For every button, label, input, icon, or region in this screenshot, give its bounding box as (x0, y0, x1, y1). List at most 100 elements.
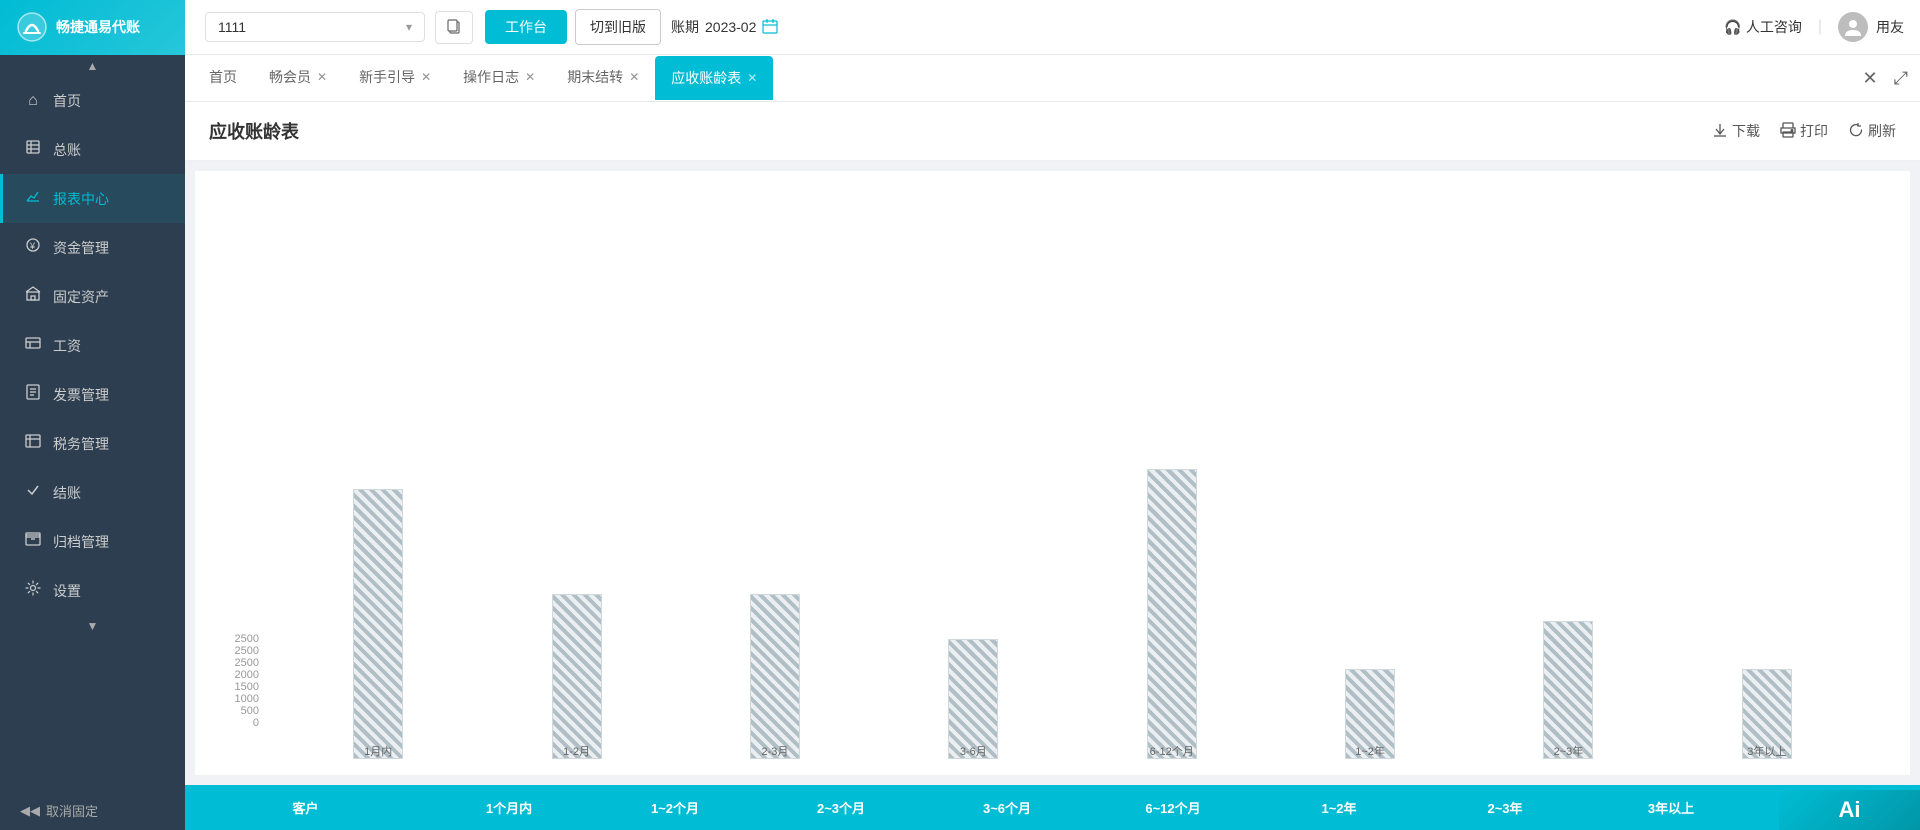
sidebar-item-tax[interactable]: 税务管理 (0, 419, 185, 468)
tab-aging[interactable]: 应收账龄表 ✕ (655, 56, 773, 100)
sidebar: ▲ ⌂ 首页 总账 报表中心 (0, 55, 185, 830)
tab-closing[interactable]: 期末结转 ✕ (551, 55, 655, 101)
bar-group-2-3y (1543, 621, 1593, 759)
x-label-2-3y: 2~3年 (1538, 743, 1598, 759)
tab-label: 操作日志 (463, 67, 519, 87)
table-header-bar: 客户 1个月内 1~2个月 2~3个月 3~6个月 6~12个月 1~2年 2~… (185, 785, 1920, 830)
consult-label: 人工咨询 (1746, 17, 1802, 37)
sidebar-item-salary[interactable]: 工资 (0, 321, 185, 370)
sidebar-item-reports[interactable]: 报表中心 (0, 174, 185, 223)
consult-button[interactable]: 🎧 人工咨询 (1724, 17, 1801, 37)
sidebar-item-label: 总账 (53, 140, 81, 160)
col-1m: 1个月内 (426, 798, 592, 817)
sidebar-item-archive[interactable]: 归档管理 (0, 517, 185, 566)
settings-icon (23, 580, 43, 601)
y-label-1000: 1000 (219, 693, 259, 705)
sidebar-item-label: 税务管理 (53, 434, 109, 454)
copy-button[interactable] (435, 11, 473, 44)
tabs-bar: 首页 畅会员 ✕ 新手引导 ✕ 操作日志 ✕ 期末结转 ✕ 应收账龄表 ✕ (185, 55, 1920, 102)
refresh-button[interactable]: 刷新 (1848, 121, 1896, 141)
checkout-icon (23, 482, 43, 503)
invoice-icon (23, 384, 43, 405)
bar-group-3-6m (948, 639, 998, 759)
print-button[interactable]: 打印 (1780, 121, 1828, 141)
salary-icon (23, 335, 43, 356)
x-label-3yplus: 3年以上 (1737, 743, 1797, 759)
scroll-up-arrow[interactable]: ▲ (87, 59, 99, 73)
ai-badge[interactable]: Ai (1779, 790, 1920, 830)
sidebar-item-checkout[interactable]: 结账 (0, 468, 185, 517)
company-selector[interactable]: 1111 ▾ (205, 12, 425, 42)
bar-1m (353, 489, 403, 759)
bar-6-12m (1147, 469, 1197, 759)
sidebar-item-assets[interactable]: 固定资产 (0, 272, 185, 321)
sidebar-item-home[interactable]: ⌂ 首页 (0, 77, 185, 125)
user-area[interactable]: 用友 (1838, 12, 1904, 42)
avatar (1838, 12, 1868, 42)
assets-icon (23, 286, 43, 307)
sidebar-item-label: 工资 (53, 336, 81, 356)
cancel-pin-button[interactable]: ◀◀ 取消固定 (0, 791, 185, 830)
tab-member[interactable]: 畅会员 ✕ (253, 55, 343, 101)
tab-guide[interactable]: 新手引导 ✕ (343, 55, 447, 101)
tab-label: 应收账龄表 (671, 68, 741, 88)
x-labels: 1月内 1-2月 2-3月 3-6月 6-12个月 1~2年 2~3年 3年以上 (259, 743, 1886, 759)
chart-wrapper: 2500 2500 2500 2000 1500 1000 500 0 (219, 187, 1886, 759)
period-label: 账期 (671, 17, 699, 37)
tab-close-oplog[interactable]: ✕ (525, 70, 535, 84)
tab-label: 畅会员 (269, 67, 311, 87)
sidebar-item-settings[interactable]: 设置 (0, 566, 185, 615)
x-label-1-2y: 1~2年 (1340, 743, 1400, 759)
tab-close-member[interactable]: ✕ (317, 70, 327, 84)
download-label: 下载 (1732, 121, 1760, 141)
bar-group-6-12m (1147, 469, 1197, 759)
sidebar-item-label: 资金管理 (53, 238, 109, 258)
download-button[interactable]: 下载 (1712, 121, 1760, 141)
y-label-1500: 1500 (219, 681, 259, 693)
expand-tab-button[interactable]: ⤢ (1890, 64, 1912, 93)
tab-oplog[interactable]: 操作日志 ✕ (447, 55, 551, 101)
home-icon: ⌂ (23, 92, 43, 110)
main-layout: ▲ ⌂ 首页 总账 报表中心 (0, 55, 1920, 830)
col-6-12m: 6~12个月 (1090, 798, 1256, 817)
y-label-2500b: 2500 (219, 645, 259, 657)
tab-home[interactable]: 首页 (193, 55, 253, 101)
bar-group-2-3m (750, 594, 800, 759)
sidebar-item-label: 归档管理 (53, 532, 109, 552)
tabs-actions: ✕ ⤢ (1859, 64, 1913, 93)
sidebar-item-label: 发票管理 (53, 385, 109, 405)
page-title: 应收账龄表 (209, 118, 299, 144)
switch-version-button[interactable]: 切到旧版 (575, 9, 661, 45)
bar-group-1m (353, 489, 403, 759)
tab-close-guide[interactable]: ✕ (421, 70, 431, 84)
period-value: 2023-02 (705, 19, 756, 35)
archive-icon (23, 531, 43, 552)
x-label-2-3m: 2-3月 (745, 743, 805, 759)
sidebar-item-label: 固定资产 (53, 287, 109, 307)
col-3yplus: 3年以上 (1588, 798, 1754, 817)
close-tab-button[interactable]: ✕ (1859, 64, 1882, 93)
print-icon (1780, 122, 1796, 141)
y-label-0: 0 (219, 717, 259, 729)
page-actions: 下载 打印 (1712, 121, 1896, 141)
sidebar-item-label: 报表中心 (53, 189, 109, 209)
chart-y-axis: 2500 2500 2500 2000 1500 1000 500 0 (219, 633, 259, 759)
bar-1-2m (552, 594, 602, 759)
tab-close-aging[interactable]: ✕ (747, 71, 757, 85)
sidebar-item-funds[interactable]: ¥ 资金管理 (0, 223, 185, 272)
bar-2-3m (750, 594, 800, 759)
reports-icon (23, 188, 43, 209)
col-3-6m: 3~6个月 (924, 798, 1090, 817)
workbench-button[interactable]: 工作台 (485, 10, 567, 44)
refresh-icon (1848, 122, 1864, 141)
tab-close-closing[interactable]: ✕ (629, 70, 639, 84)
scroll-down-arrow[interactable]: ▼ (87, 619, 99, 633)
x-label-1m: 1月内 (348, 743, 408, 759)
calendar-icon[interactable] (762, 18, 778, 37)
sidebar-item-invoice[interactable]: 发票管理 (0, 370, 185, 419)
sidebar-scroll-up[interactable]: ▲ (0, 55, 185, 77)
tab-label: 期末结转 (567, 67, 623, 87)
sidebar-item-ledger[interactable]: 总账 (0, 125, 185, 174)
sidebar-scroll-down[interactable]: ▼ (0, 615, 185, 637)
col-1-2y: 1~2年 (1256, 798, 1422, 817)
